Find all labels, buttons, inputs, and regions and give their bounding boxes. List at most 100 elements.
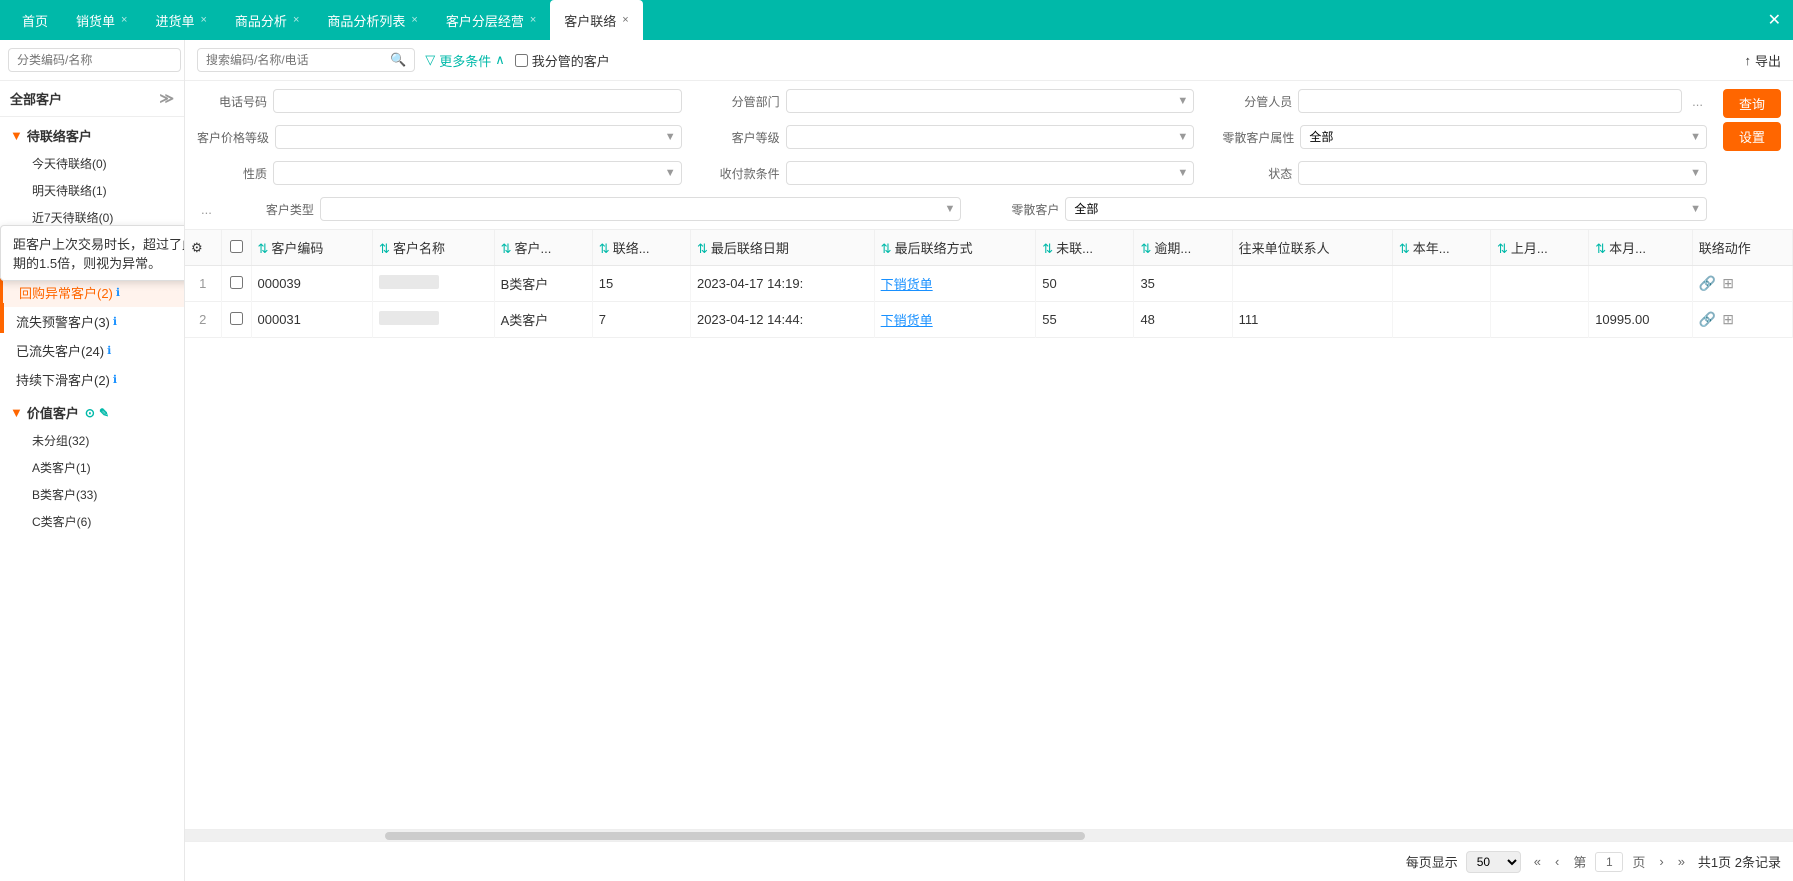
- search-input[interactable]: [206, 53, 386, 67]
- sidebar-item-class-b[interactable]: B类客户(33): [16, 481, 184, 508]
- row-2-last-method[interactable]: 下销货单: [874, 302, 1036, 338]
- nav-product-analysis[interactable]: 商品分析 ×: [221, 0, 313, 40]
- sort-code-icon[interactable]: ⇅: [258, 241, 269, 256]
- first-page-btn[interactable]: «: [1529, 852, 1546, 871]
- filter-customer-type: 客户类型 ▼: [244, 197, 962, 221]
- filter-price-grade: 客户价格等级 ▼: [197, 125, 682, 149]
- last-page-btn[interactable]: »: [1673, 852, 1690, 871]
- close-product-analysis-list-icon[interactable]: ×: [411, 14, 417, 26]
- info-icon-declining[interactable]: ℹ: [113, 373, 117, 386]
- filter-dept: 分管部门 ▼: [710, 89, 1195, 113]
- nav-sales-order[interactable]: 销货单 ×: [62, 0, 141, 40]
- sort-uncontacted-icon[interactable]: ⇅: [1042, 241, 1053, 256]
- my-customer-checkbox[interactable]: [515, 54, 528, 67]
- sidebar-group-pending-contact[interactable]: ▼ 待联络客户: [0, 121, 184, 150]
- row-1-checkbox[interactable]: [221, 266, 251, 302]
- sort-type-icon[interactable]: ⇅: [501, 241, 512, 256]
- dept-select[interactable]: [786, 89, 1195, 113]
- sort-date-icon[interactable]: ⇅: [697, 241, 708, 256]
- sort-method-icon[interactable]: ⇅: [881, 241, 892, 256]
- sidebar-search-input[interactable]: [8, 48, 181, 72]
- sidebar-group-value-customer[interactable]: ▼ 价值客户 ⊙ ✎: [0, 398, 184, 427]
- window-close-button[interactable]: ✕: [1768, 10, 1781, 30]
- my-customer-filter[interactable]: 我分管的客户: [515, 51, 610, 70]
- sidebar-all-customers-header[interactable]: 全部客户 ≫: [0, 81, 184, 117]
- edit-value-group-icon[interactable]: ⊙: [85, 406, 95, 420]
- row-2-grid-icon[interactable]: ⊞: [1722, 311, 1734, 328]
- per-page-select[interactable]: 50 100 200: [1466, 851, 1521, 873]
- close-customer-tier-icon[interactable]: ×: [530, 14, 536, 26]
- status-select[interactable]: [1298, 161, 1707, 185]
- row-2-contact: 7: [592, 302, 690, 338]
- more-filter-btn[interactable]: ▽ 更多条件 ∧: [425, 51, 505, 70]
- nav-purchase-order[interactable]: 进货单 ×: [141, 0, 220, 40]
- current-page[interactable]: 1: [1595, 852, 1623, 872]
- nav-customer-contact[interactable]: 客户联络 ×: [550, 0, 642, 40]
- sidebar-item-tomorrow-pending[interactable]: 明天待联络(1): [16, 177, 184, 204]
- next-page-btn[interactable]: ›: [1654, 852, 1668, 871]
- sidebar-collapse-icon[interactable]: ≫: [159, 90, 174, 107]
- col-settings[interactable]: ⚙: [185, 230, 221, 266]
- arrow-down-icon-2: ▼: [10, 405, 23, 420]
- sidebar-item-class-c[interactable]: C类客户(6): [16, 508, 184, 535]
- sidebar-item-class-a[interactable]: A类客户(1): [16, 454, 184, 481]
- customer-type-select[interactable]: [320, 197, 962, 221]
- sort-last-month-icon[interactable]: ⇅: [1497, 241, 1508, 256]
- query-button[interactable]: 查询: [1723, 89, 1781, 118]
- sort-this-month-icon[interactable]: ⇅: [1595, 241, 1606, 256]
- export-button[interactable]: ↑ 导出: [1744, 51, 1781, 70]
- sort-name-icon[interactable]: ⇅: [379, 241, 390, 256]
- filter-payment: 收付款条件 ▼: [710, 161, 1195, 185]
- info-icon-loss-warning[interactable]: ℹ: [113, 315, 117, 328]
- sort-this-year-icon[interactable]: ⇅: [1399, 241, 1410, 256]
- price-grade-select[interactable]: [275, 125, 682, 149]
- payment-select[interactable]: [786, 161, 1195, 185]
- export-icon: ↑: [1744, 53, 1751, 68]
- sidebar-item-ungrouped[interactable]: 未分组(32): [16, 427, 184, 454]
- prev-page-btn[interactable]: ‹: [1550, 852, 1564, 871]
- col-type: ⇅客户...: [494, 230, 592, 266]
- horizontal-scrollbar[interactable]: [185, 829, 1793, 841]
- close-product-analysis-icon[interactable]: ×: [293, 14, 299, 26]
- row-1-link-icon[interactable]: 🔗: [1699, 275, 1716, 292]
- tooltip-text: 距客户上次交易时长，超过了此客户的平均交易周期的1.5倍，则视为异常。: [13, 237, 184, 271]
- phone-input[interactable]: [273, 89, 682, 113]
- toolbar: 🔍 ▽ 更多条件 ∧ 我分管的客户 ↑ 导出: [185, 40, 1793, 81]
- settings-button[interactable]: 设置: [1723, 122, 1781, 151]
- sort-overdue-icon[interactable]: ⇅: [1140, 241, 1151, 256]
- retail-attr-select[interactable]: 全部: [1300, 125, 1707, 149]
- customer-grade-select[interactable]: [786, 125, 1195, 149]
- close-customer-contact-icon[interactable]: ×: [622, 14, 628, 26]
- select-all-checkbox[interactable]: [230, 240, 243, 253]
- close-purchase-order-icon[interactable]: ×: [200, 14, 206, 26]
- filter-retail-attr: 零散客户属性 全部 ▼: [1222, 125, 1707, 149]
- close-sales-order-icon[interactable]: ×: [121, 14, 127, 26]
- sidebar-item-abnormal-repurchase[interactable]: 回购异常客户(2) ℹ: [0, 278, 184, 307]
- nav-home[interactable]: 首页: [8, 0, 62, 40]
- info-icon-abnormal[interactable]: ℹ: [116, 286, 120, 299]
- scrollbar-thumb[interactable]: [385, 832, 1085, 840]
- row-2-checkbox[interactable]: [221, 302, 251, 338]
- sidebar-tree: ▼ 待联络客户 今天待联络(0) 明天待联络(1) 近7天待联络(0) 逾期未联…: [0, 117, 184, 881]
- gender-select[interactable]: [273, 161, 682, 185]
- edit-value-group-icon2[interactable]: ✎: [99, 406, 109, 420]
- info-icon-lost[interactable]: ℹ: [107, 344, 111, 357]
- manager-dots-btn[interactable]: ...: [1688, 94, 1707, 109]
- retail-customer-select[interactable]: 全部: [1065, 197, 1707, 221]
- sidebar-item-today-pending[interactable]: 今天待联络(0): [16, 150, 184, 177]
- row-2-link-icon[interactable]: 🔗: [1699, 311, 1716, 328]
- nav-product-analysis-list[interactable]: 商品分析列表 ×: [313, 0, 431, 40]
- sidebar-item-lost-customer[interactable]: 已流失客户(24) ℹ: [0, 336, 184, 365]
- search-icon[interactable]: 🔍: [390, 52, 406, 68]
- sidebar-item-declining[interactable]: 持续下滑客户(2) ℹ: [0, 365, 184, 394]
- extra-dots-btn[interactable]: ...: [197, 202, 216, 217]
- row-1-this-month: [1589, 266, 1693, 302]
- nav-customer-tier[interactable]: 客户分层经营 ×: [432, 0, 550, 40]
- sort-contact-icon[interactable]: ⇅: [599, 241, 610, 256]
- manager-input[interactable]: [1298, 89, 1682, 113]
- row-1-last-method[interactable]: 下销货单: [874, 266, 1036, 302]
- sidebar-item-loss-warning[interactable]: 流失预警客户(3) ℹ: [0, 307, 184, 336]
- col-checkbox[interactable]: [221, 230, 251, 266]
- row-1-grid-icon[interactable]: ⊞: [1722, 275, 1734, 292]
- row-2-last-date: 2023-04-12 14:44:: [690, 302, 874, 338]
